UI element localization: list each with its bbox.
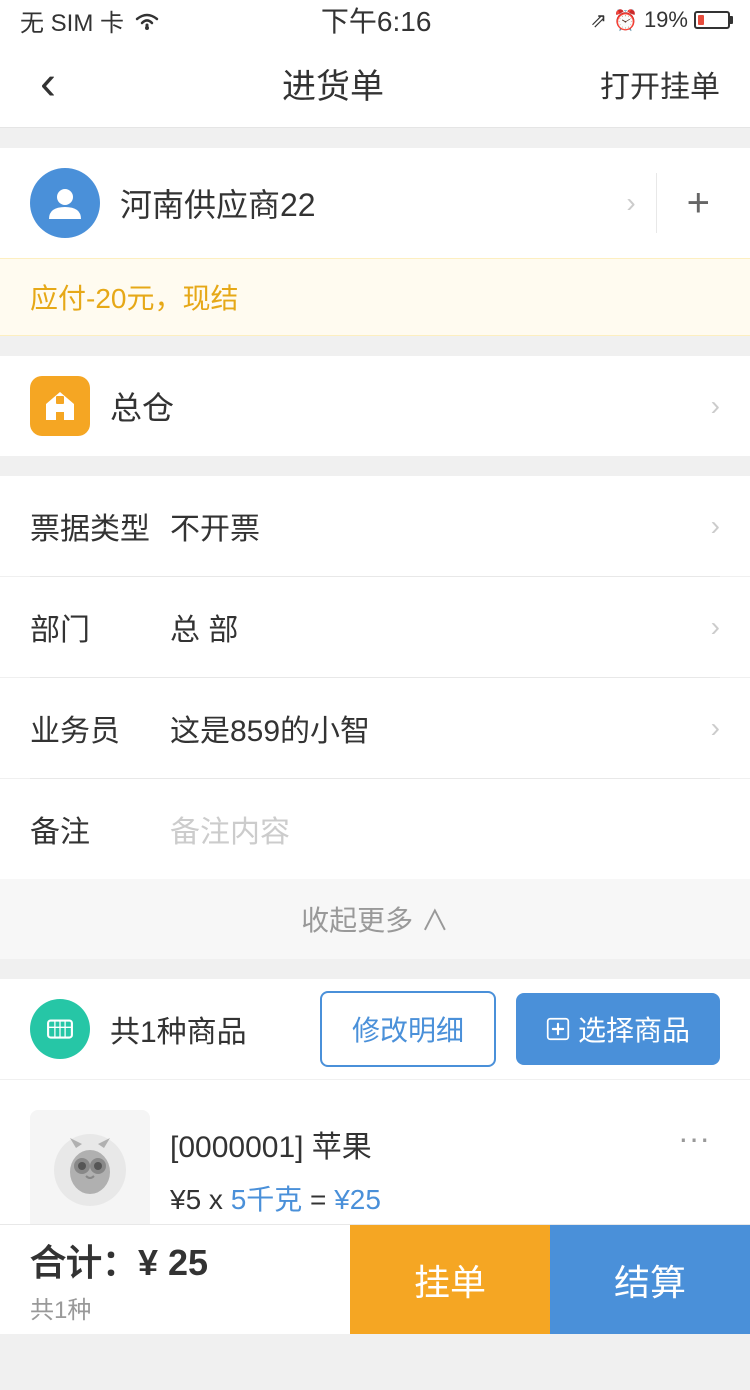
back-button[interactable]: ‹ bbox=[30, 50, 66, 118]
remark-label: 备注 bbox=[30, 807, 170, 851]
battery-text: 19% bbox=[644, 7, 688, 33]
quantity-value: 5千克 bbox=[231, 1184, 303, 1215]
supplier-chevron-icon: › bbox=[626, 187, 635, 219]
supplier-section: 河南供应商22 › + bbox=[0, 148, 750, 258]
supplier-name[interactable]: 河南供应商22 bbox=[120, 180, 616, 226]
warehouse-section[interactable]: 总仓 › bbox=[0, 356, 750, 456]
status-time: 下午6:16 bbox=[321, 0, 432, 40]
section-gap-2 bbox=[0, 336, 750, 356]
salesman-chevron-icon: › bbox=[711, 712, 720, 744]
home-icon bbox=[42, 388, 78, 424]
total-value: ¥25 bbox=[334, 1184, 381, 1215]
carrier-text: 无 SIM 卡 bbox=[20, 3, 124, 38]
invoice-chevron-icon: › bbox=[711, 510, 720, 542]
vertical-divider bbox=[656, 173, 657, 233]
hang-button[interactable]: 挂单 bbox=[350, 1225, 550, 1334]
warehouse-icon bbox=[30, 376, 90, 436]
select-product-button[interactable]: 选择商品 bbox=[516, 993, 720, 1065]
invoice-value: 不开票 bbox=[170, 504, 701, 548]
collapse-button[interactable]: 收起更多 ∧ bbox=[0, 879, 750, 959]
product-thumbnail bbox=[30, 1110, 150, 1230]
page-title: 进货单 bbox=[282, 59, 384, 108]
salesman-label: 业务员 bbox=[30, 706, 170, 750]
product-price: ¥5 x 5千克 = ¥25 bbox=[170, 1178, 648, 1218]
total-count: 共1种 bbox=[30, 1290, 320, 1325]
status-left: 无 SIM 卡 bbox=[20, 3, 162, 38]
salesman-row[interactable]: 业务员 这是859的小智 › bbox=[0, 678, 750, 778]
section-gap-3 bbox=[0, 456, 750, 476]
department-value: 总 部 bbox=[170, 605, 701, 649]
remark-input[interactable]: 备注内容 bbox=[170, 807, 720, 851]
alarm-icon: ⏰ bbox=[613, 8, 638, 33]
checkout-button[interactable]: 结算 bbox=[550, 1225, 750, 1334]
add-supplier-button[interactable]: + bbox=[677, 171, 720, 236]
invoice-row[interactable]: 票据类型 不开票 › bbox=[0, 476, 750, 576]
edit-detail-button[interactable]: 修改明细 bbox=[320, 991, 496, 1067]
department-chevron-icon: › bbox=[711, 611, 720, 643]
total-label: 合计： bbox=[30, 1242, 138, 1283]
products-header: 共1种商品 修改明细 选择商品 bbox=[0, 979, 750, 1079]
total-main: 合计：¥ 25 bbox=[30, 1234, 320, 1286]
supplier-avatar bbox=[30, 168, 100, 238]
status-right: ⇗ ⏰ 19% bbox=[590, 7, 730, 33]
total-amount: ¥ 25 bbox=[138, 1242, 208, 1283]
collapse-label: 收起更多 ∧ bbox=[301, 899, 449, 939]
warehouse-name: 总仓 bbox=[110, 383, 701, 429]
warehouse-chevron-icon: › bbox=[711, 390, 720, 422]
balance-notice: 应付-20元，现结 bbox=[0, 258, 750, 336]
remark-row[interactable]: 备注 备注内容 bbox=[0, 779, 750, 879]
product-more-button[interactable]: ··· bbox=[668, 1110, 720, 1167]
products-count: 共1种商品 bbox=[110, 1007, 300, 1051]
salesman-value: 这是859的小智 bbox=[170, 706, 701, 750]
invoice-label: 票据类型 bbox=[30, 504, 170, 548]
select-product-icon bbox=[546, 1017, 570, 1041]
wifi-icon bbox=[132, 9, 162, 31]
open-pending-button[interactable]: 打开挂单 bbox=[600, 62, 720, 106]
department-row[interactable]: 部门 总 部 › bbox=[0, 577, 750, 677]
select-product-label: 选择商品 bbox=[578, 1009, 690, 1049]
product-name: [0000001] 苹果 bbox=[170, 1122, 648, 1166]
section-gap-4 bbox=[0, 959, 750, 979]
price-value: ¥5 x bbox=[170, 1184, 231, 1215]
product-info: [0000001] 苹果 ¥5 x 5千克 = ¥25 bbox=[170, 1122, 648, 1218]
status-bar: 无 SIM 卡 下午6:16 ⇗ ⏰ 19% bbox=[0, 0, 750, 40]
nav-bar: ‹ 进货单 打开挂单 bbox=[0, 40, 750, 128]
gps-icon: ⇗ bbox=[590, 8, 607, 33]
product-title: 苹果 bbox=[312, 1131, 372, 1164]
products-icon bbox=[30, 999, 90, 1059]
cart-icon bbox=[43, 1012, 77, 1046]
department-label: 部门 bbox=[30, 605, 170, 649]
footer: 合计：¥ 25 共1种 挂单 结算 bbox=[0, 1224, 750, 1334]
footer-total: 合计：¥ 25 共1种 bbox=[0, 1234, 350, 1325]
product-owl-logo bbox=[50, 1130, 130, 1210]
user-icon bbox=[45, 183, 85, 223]
product-code: [0000001] bbox=[170, 1131, 312, 1164]
battery-icon bbox=[694, 11, 730, 29]
section-gap-1 bbox=[0, 128, 750, 148]
equals-sign: = bbox=[302, 1184, 334, 1215]
